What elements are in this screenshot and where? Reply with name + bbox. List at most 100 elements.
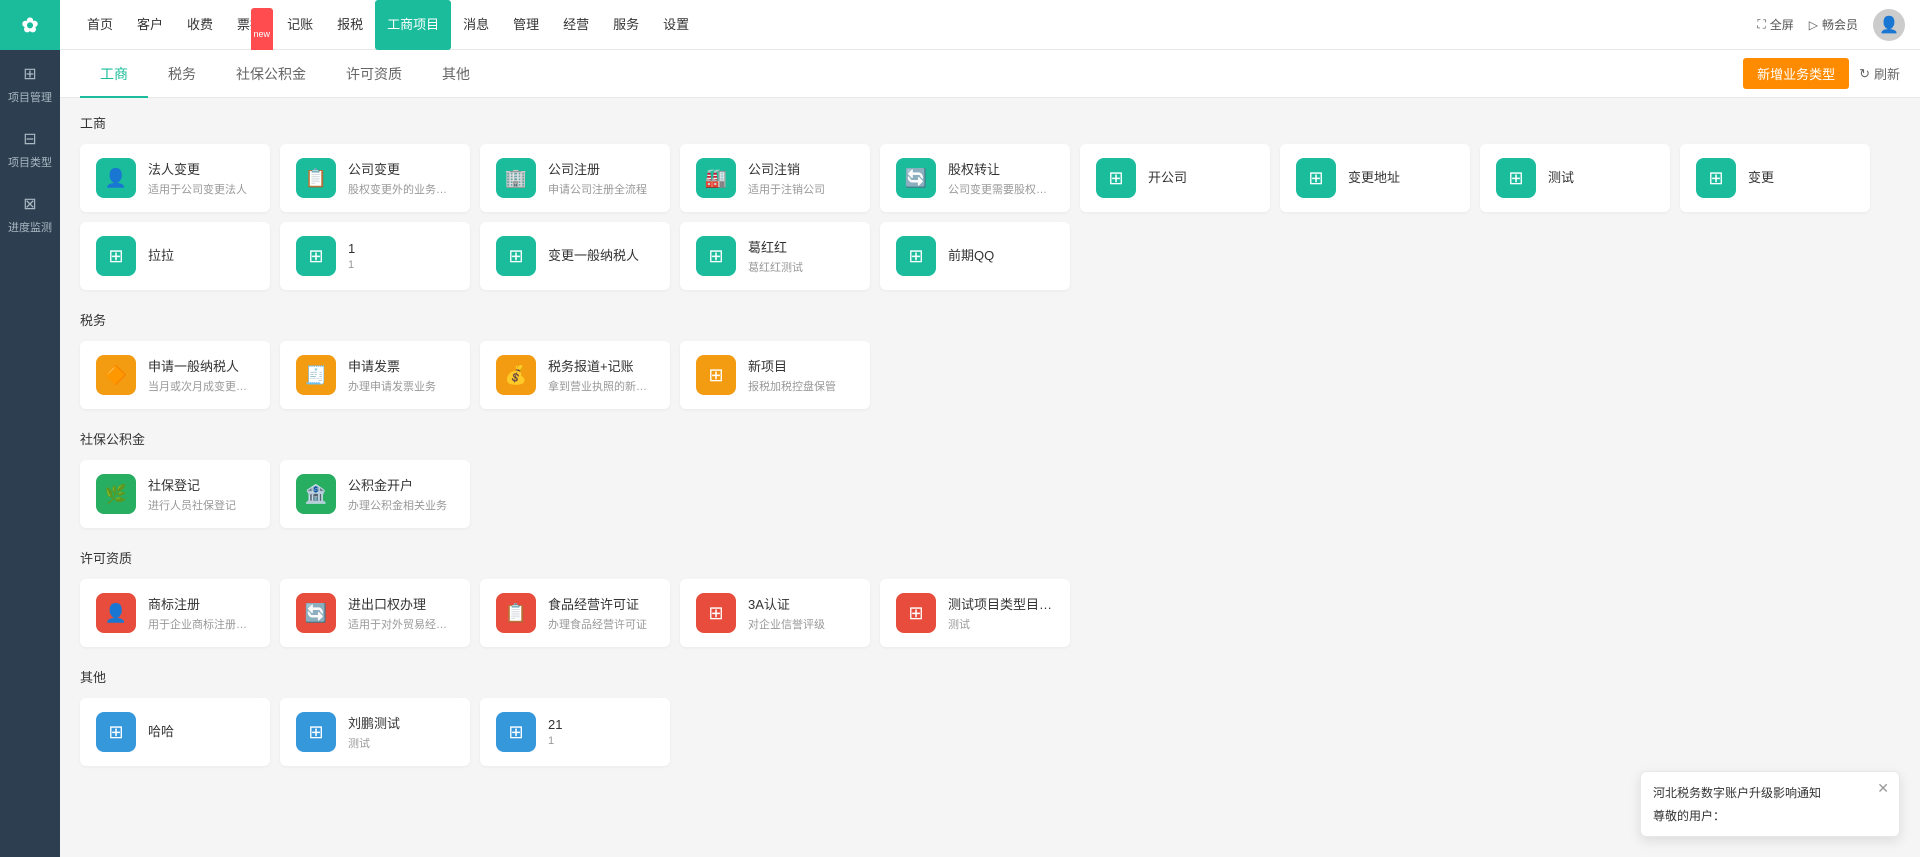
sidebar-item-project-manage[interactable]: ⊞ 项目管理 <box>0 50 60 115</box>
card-liupeng-test-title: 刘鹏测试 <box>348 713 400 732</box>
new-type-button[interactable]: 新增业务类型 <box>1743 58 1849 89</box>
sidebar-item-project-type[interactable]: ⊟ 项目类型 <box>0 115 60 180</box>
card-test-title: 测试 <box>1548 167 1574 186</box>
tabs-bar: 工商 税务 社保公积金 许可资质 其他 新增业务类型 ↻ 刷新 <box>60 50 1920 98</box>
card-one-title: 1 <box>348 241 355 256</box>
card-company-register[interactable]: 🏢 公司注册 申请公司注册全流程 <box>480 144 670 212</box>
notification-desc: 尊敬的用户： <box>1653 807 1887 824</box>
nav-home[interactable]: 首页 <box>75 0 125 50</box>
card-trademark-desc: 用于企业商标注册服务 <box>148 616 254 632</box>
nav-customer[interactable]: 客户 <box>125 0 175 50</box>
card-social-insurance[interactable]: 🌿 社保登记 进行人员社保登记 <box>80 460 270 528</box>
card-food-license[interactable]: 📋 食品经营许可证 办理食品经营许可证 <box>480 579 670 647</box>
nav-bizproject[interactable]: 工商项目 <box>375 0 451 50</box>
tab-gongshang[interactable]: 工商 <box>80 50 148 98</box>
card-tax-report-accounting[interactable]: 💰 税务报道+记账 拿到营业执照的新公司 <box>480 341 670 409</box>
other-title: 其他 <box>80 667 1900 686</box>
nav-tax[interactable]: 报税 <box>325 0 375 50</box>
card-apply-invoice[interactable]: 🧾 申请发票 办理申请发票业务 <box>280 341 470 409</box>
card-haha[interactable]: ⊞ 哈哈 <box>80 698 270 766</box>
card-import-export-desc: 适用于对外贸易经营者 <box>348 616 454 632</box>
nav-settings[interactable]: 设置 <box>651 0 701 50</box>
card-apply-invoice-icon: 🧾 <box>296 355 336 395</box>
card-food-license-icon: 📋 <box>496 593 536 633</box>
nav-message[interactable]: 消息 <box>451 0 501 50</box>
card-social-insurance-desc: 进行人员社保登记 <box>148 497 236 513</box>
card-equity-transfer[interactable]: 🔄 股权转让 公司变更需要股权转让 <box>880 144 1070 212</box>
logo-icon: ✿ <box>22 13 39 38</box>
card-mahonghong-icon: ⊞ <box>696 236 736 276</box>
notification-close-button[interactable]: ✕ <box>1877 780 1889 797</box>
card-company-cancel-desc: 适用于注销公司 <box>748 181 825 197</box>
card-social-insurance-icon: 🌿 <box>96 474 136 514</box>
card-liupeng-test-desc: 测试 <box>348 735 400 751</box>
card-lala[interactable]: ⊞ 拉拉 <box>80 222 270 290</box>
sidebar-project-manage-label: 项目管理 <box>8 92 52 105</box>
tabs-actions: 新增业务类型 ↻ 刷新 <box>1743 58 1900 89</box>
card-twenty-one-title: 21 <box>548 717 562 732</box>
card-provident-fund[interactable]: 🏦 公积金开户 办理公积金相关业务 <box>280 460 470 528</box>
progress-monitor-icon: ⊠ <box>16 190 44 218</box>
card-company-change-desc: 股权变更外的业务变更 <box>348 181 454 197</box>
card-provident-fund-icon: 🏦 <box>296 474 336 514</box>
card-one-desc: 1 <box>348 259 355 271</box>
card-change-title: 变更 <box>1748 167 1774 186</box>
card-company-cancel[interactable]: 🏭 公司注销 适用于注销公司 <box>680 144 870 212</box>
card-trademark[interactable]: 👤 商标注册 用于企业商标注册服务 <box>80 579 270 647</box>
card-3a-cert[interactable]: ⊞ 3A认证 对企业信誉评级 <box>680 579 870 647</box>
card-front-qq-icon: ⊞ <box>896 236 936 276</box>
nav-service[interactable]: 服务 <box>601 0 651 50</box>
card-mahonghong[interactable]: ⊞ 葛红红 葛红红测试 <box>680 222 870 290</box>
card-change[interactable]: ⊞ 变更 <box>1680 144 1870 212</box>
card-legal-change[interactable]: 👤 法人变更 适用于公司变更法人 <box>80 144 270 212</box>
vip-label: 畅会员 <box>1822 16 1858 33</box>
card-change-taxpayer[interactable]: ⊞ 变更一般纳税人 <box>480 222 670 290</box>
card-open-company-title: 开公司 <box>1148 167 1187 186</box>
sidebar-logo: ✿ <box>0 0 60 50</box>
card-new-project[interactable]: ⊞ 新项目 报税加税控盘保管 <box>680 341 870 409</box>
card-apply-taxpayer[interactable]: 🔶 申请一般纳税人 当月或次月成变更完成 <box>80 341 270 409</box>
card-test-project-type-title: 测试项目类型目定义 <box>948 594 1054 613</box>
card-change-taxpayer-icon: ⊞ <box>496 236 536 276</box>
shuiwu-section: 税务 🔶 申请一般纳税人 当月或次月成变更完成 🧾 申请发票 办理申请 <box>80 310 1900 409</box>
card-company-change[interactable]: 📋 公司变更 股权变更外的业务变更 <box>280 144 470 212</box>
page-content: 工商 👤 法人变更 适用于公司变更法人 📋 公司变更 股权变更外的业务 <box>60 98 1920 857</box>
nav-accounting[interactable]: 记账 <box>275 0 325 50</box>
card-twenty-one[interactable]: ⊞ 21 1 <box>480 698 670 766</box>
nav-billing[interactable]: 收费 <box>175 0 225 50</box>
refresh-button[interactable]: ↻ 刷新 <box>1859 64 1900 83</box>
card-test-icon: ⊞ <box>1496 158 1536 198</box>
fullscreen-button[interactable]: ⛶ 全屏 <box>1757 16 1793 33</box>
card-one-icon: ⊞ <box>296 236 336 276</box>
avatar[interactable]: 👤 <box>1873 9 1905 41</box>
sidebar-item-progress-monitor[interactable]: ⊠ 进度监测 <box>0 180 60 245</box>
nav-ticket[interactable]: 票据 new <box>225 0 275 50</box>
card-open-company[interactable]: ⊞ 开公司 <box>1080 144 1270 212</box>
refresh-label: 刷新 <box>1874 64 1900 83</box>
card-haha-title: 哈哈 <box>148 721 174 740</box>
card-change-address[interactable]: ⊞ 变更地址 <box>1280 144 1470 212</box>
card-trademark-icon: 👤 <box>96 593 136 633</box>
other-section: 其他 ⊞ 哈哈 ⊞ 刘鹏测试 测试 <box>80 667 1900 766</box>
nav-right: ⛶ 全屏 ▷ 畅会员 👤 <box>1757 9 1905 41</box>
tab-other[interactable]: 其他 <box>422 50 490 98</box>
card-test-project-type[interactable]: ⊞ 测试项目类型目定义 测试 <box>880 579 1070 647</box>
tab-xuke[interactable]: 许可资质 <box>326 50 422 98</box>
card-one[interactable]: ⊞ 1 1 <box>280 222 470 290</box>
nav-operation[interactable]: 经营 <box>551 0 601 50</box>
card-apply-invoice-title: 申请发票 <box>348 356 436 375</box>
tab-shuiwu[interactable]: 税务 <box>148 50 216 98</box>
vip-button[interactable]: ▷ 畅会员 <box>1809 16 1858 33</box>
card-test-project-type-desc: 测试 <box>948 616 1054 632</box>
gongshang-cards: 👤 法人变更 适用于公司变更法人 📋 公司变更 股权变更外的业务变更 <box>80 144 1900 290</box>
card-test[interactable]: ⊞ 测试 <box>1480 144 1670 212</box>
card-front-qq[interactable]: ⊞ 前期QQ <box>880 222 1070 290</box>
nav-manage[interactable]: 管理 <box>501 0 551 50</box>
card-mahonghong-title: 葛红红 <box>748 237 803 256</box>
card-twenty-one-icon: ⊞ <box>496 712 536 752</box>
project-type-icon: ⊟ <box>16 125 44 153</box>
card-import-export[interactable]: 🔄 进出口权办理 适用于对外贸易经营者 <box>280 579 470 647</box>
project-manage-icon: ⊞ <box>16 60 44 88</box>
tab-shebao[interactable]: 社保公积金 <box>216 50 326 98</box>
card-liupeng-test[interactable]: ⊞ 刘鹏测试 测试 <box>280 698 470 766</box>
